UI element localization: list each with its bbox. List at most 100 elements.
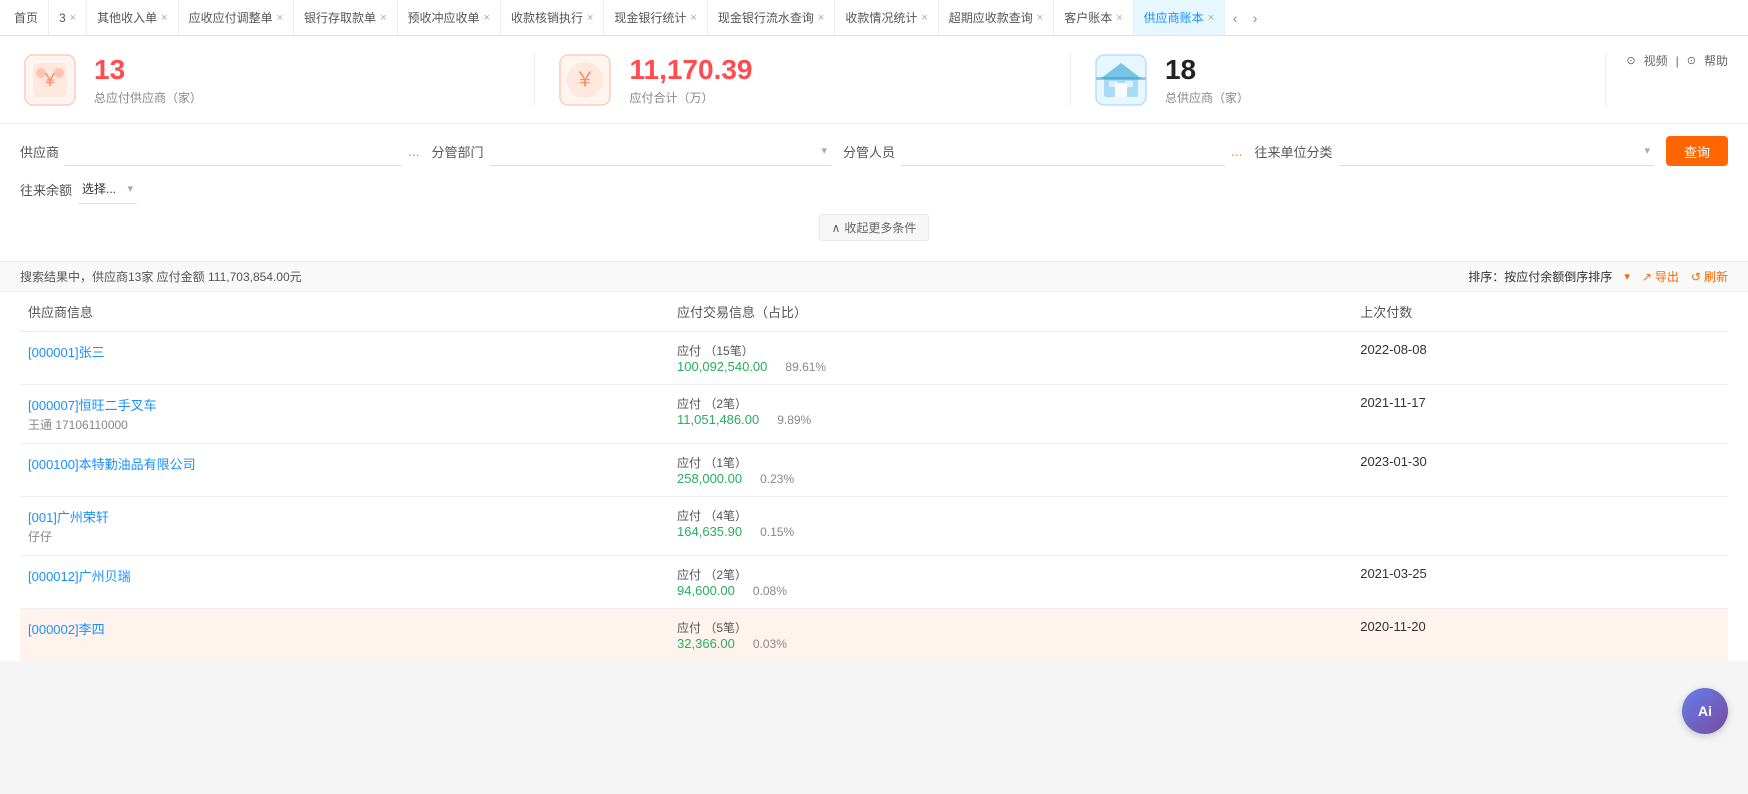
supplier-sub-info: 王通 17106110000 bbox=[28, 416, 661, 433]
tx-cell: 应付 （1笔） 258,000.00 0.23% bbox=[669, 444, 1352, 497]
close-other-income[interactable]: × bbox=[161, 12, 167, 24]
filter-area: 供应商 ... 分管部门 ▾ 分管人员 ... 往来单位分类 bbox=[0, 124, 1748, 262]
table-row: [001]广州荣轩仔仔 应付 （4笔） 164,635.90 0.15% bbox=[20, 497, 1728, 556]
supplier-cell: [000007]恒旺二手叉车王通 17106110000 bbox=[20, 385, 669, 444]
last-pay-cell: 2020-11-20 bbox=[1352, 609, 1728, 662]
result-right-actions: 排序：按应付余额倒序排序 ▾ ↗ 导出 ↺ 刷新 bbox=[1468, 268, 1728, 285]
tx-label: 应付 （1笔） bbox=[677, 454, 1344, 471]
nav-tab-prepay-ar[interactable]: 预收冲应收单 × bbox=[398, 0, 501, 36]
summary-card-total-suppliers: 18 总供应商（家） bbox=[1071, 52, 1606, 107]
close-overdue-ar[interactable]: × bbox=[1037, 12, 1043, 24]
refresh-button[interactable]: ↺ 刷新 bbox=[1691, 268, 1728, 285]
summary-card-payable-suppliers: ¥ 13 总应付供应商（家） bbox=[20, 52, 535, 107]
total-suppliers-icon bbox=[1091, 52, 1151, 107]
nav-tab-cash-bank-stat[interactable]: 现金银行统计 × bbox=[604, 0, 707, 36]
filter-row-2: 往来余额 选择... ▾ bbox=[20, 174, 1728, 204]
nav-tab-receipt-verify[interactable]: 收款核销执行 × bbox=[501, 0, 604, 36]
balance-select-wrapper[interactable]: 选择... ▾ bbox=[78, 174, 137, 204]
nav-tab-cash-flow-query[interactable]: 现金银行流水查询 × bbox=[708, 0, 835, 36]
table-header: 供应商信息 应付交易信息（占比） 上次付数 bbox=[20, 292, 1728, 332]
supplier-dots-btn[interactable]: ... bbox=[408, 143, 420, 159]
tx-label: 应付 （2笔） bbox=[677, 395, 1344, 412]
category-select[interactable] bbox=[1339, 136, 1654, 166]
close-supplier-ledger[interactable]: × bbox=[1208, 12, 1214, 24]
supplier-link[interactable]: [000002]李四 bbox=[28, 622, 105, 637]
supplier-link[interactable]: [000100]本特勤油品有限公司 bbox=[28, 457, 196, 472]
person-dots-btn[interactable]: ... bbox=[1231, 143, 1243, 159]
ai-assistant-button[interactable]: Ai bbox=[1682, 688, 1728, 734]
balance-label: 往来余额 bbox=[20, 180, 72, 199]
tx-amount[interactable]: 94,600.00 bbox=[677, 583, 735, 598]
supplier-cell: [001]广州荣轩仔仔 bbox=[20, 497, 669, 556]
person-input[interactable] bbox=[901, 136, 1225, 166]
supplier-link[interactable]: [001]广州荣轩 bbox=[28, 510, 109, 525]
nav-tab-3-close[interactable]: × bbox=[70, 12, 76, 24]
nav-tab-3[interactable]: 3 × bbox=[49, 0, 87, 36]
filter-balance: 往来余额 选择... ▾ bbox=[20, 174, 137, 204]
export-label: 导出 bbox=[1655, 268, 1679, 285]
tx-amount[interactable]: 32,366.00 bbox=[677, 636, 735, 651]
dept-select-wrapper[interactable]: ▾ bbox=[490, 136, 831, 166]
nav-tab-supplier-ledger[interactable]: 供应商账本 × bbox=[1134, 0, 1225, 36]
tx-amount[interactable]: 100,092,540.00 bbox=[677, 359, 767, 374]
top-navigation: 首页 3 × 其他收入单 × 应收应付调整单 × 银行存取款单 × 预收冲应收单… bbox=[0, 0, 1748, 36]
close-ar-ap-adjust[interactable]: × bbox=[277, 12, 283, 24]
close-prepay-ar[interactable]: × bbox=[484, 12, 490, 24]
nav-tab-cash-flow-query-label: 现金银行流水查询 bbox=[718, 9, 814, 26]
collapse-button[interactable]: ∧ 收起更多条件 bbox=[819, 214, 930, 241]
close-customer-ledger[interactable]: × bbox=[1116, 12, 1122, 24]
tx-amount[interactable]: 164,635.90 bbox=[677, 524, 742, 539]
collapse-label: 收起更多条件 bbox=[844, 219, 916, 236]
tx-label: 应付 （15笔） bbox=[677, 342, 1344, 359]
payable-amount-number: 11,170.39 bbox=[629, 53, 752, 87]
nav-tab-customer-ledger[interactable]: 客户账本 × bbox=[1054, 0, 1133, 36]
payable-suppliers-label: 总应付供应商（家） bbox=[94, 89, 202, 106]
nav-prev-arrow[interactable]: ‹ bbox=[1225, 0, 1245, 36]
video-link[interactable]: 视频 bbox=[1644, 52, 1668, 69]
circle-icon: ⊙ bbox=[1626, 54, 1635, 67]
summary-bar: ¥ 13 总应付供应商（家） ￥ 11,170.39 应付合计（万） bbox=[0, 36, 1748, 124]
supplier-table: 供应商信息 应付交易信息（占比） 上次付数 [000001]张三 应付 （15笔… bbox=[20, 292, 1728, 661]
tx-pct: 89.61% bbox=[785, 360, 826, 374]
close-bank-deposit[interactable]: × bbox=[380, 12, 386, 24]
tx-pct: 0.23% bbox=[760, 472, 794, 486]
tx-amount[interactable]: 11,051,486.00 bbox=[677, 412, 759, 427]
nav-tab-receipt-stat[interactable]: 收款情况统计 × bbox=[835, 0, 938, 36]
th-last-pay: 上次付数 bbox=[1352, 292, 1728, 332]
nav-tab-other-income[interactable]: 其他收入单 × bbox=[87, 0, 178, 36]
last-pay-cell: 2022-08-08 bbox=[1352, 332, 1728, 385]
nav-tab-supplier-ledger-label: 供应商账本 bbox=[1144, 9, 1204, 26]
supplier-link[interactable]: [000007]恒旺二手叉车 bbox=[28, 398, 157, 413]
table-row: [000007]恒旺二手叉车王通 17106110000 应付 （2笔） 11,… bbox=[20, 385, 1728, 444]
sort-label[interactable]: 排序：按应付余额倒序排序 bbox=[1468, 268, 1612, 285]
supplier-link[interactable]: [000012]广州贝瑞 bbox=[28, 569, 131, 584]
nav-tab-overdue-ar[interactable]: 超期应收款查询 × bbox=[939, 0, 1054, 36]
supplier-link[interactable]: [000001]张三 bbox=[28, 345, 105, 360]
help-link[interactable]: 帮助 bbox=[1704, 52, 1728, 69]
export-button[interactable]: ↗ 导出 bbox=[1642, 268, 1679, 285]
dept-select[interactable] bbox=[490, 136, 831, 166]
nav-tab-other-income-label: 其他收入单 bbox=[97, 9, 157, 26]
export-icon: ↗ bbox=[1642, 270, 1652, 284]
close-cash-flow-query[interactable]: × bbox=[818, 12, 824, 24]
category-select-wrapper[interactable]: ▾ bbox=[1339, 136, 1654, 166]
balance-select[interactable]: 选择... bbox=[78, 174, 137, 204]
category-label: 往来单位分类 bbox=[1255, 142, 1333, 161]
tx-cell: 应付 （2笔） 11,051,486.00 9.89% bbox=[669, 385, 1352, 444]
nav-tab-bank-deposit[interactable]: 银行存取款单 × bbox=[294, 0, 397, 36]
th-supplier-info: 供应商信息 bbox=[20, 292, 669, 332]
tx-pct: 9.89% bbox=[777, 413, 811, 427]
supplier-input[interactable] bbox=[65, 136, 402, 166]
close-receipt-verify[interactable]: × bbox=[587, 12, 593, 24]
nav-tab-home[interactable]: 首页 bbox=[4, 0, 49, 36]
query-button[interactable]: 查询 bbox=[1666, 136, 1728, 166]
close-cash-bank-stat[interactable]: × bbox=[690, 12, 696, 24]
nav-next-arrow[interactable]: › bbox=[1245, 0, 1265, 36]
close-receipt-stat[interactable]: × bbox=[921, 12, 927, 24]
tx-amount[interactable]: 258,000.00 bbox=[677, 471, 742, 486]
nav-tab-ar-ap-adjust[interactable]: 应收应付调整单 × bbox=[179, 0, 294, 36]
tx-label: 应付 （2笔） bbox=[677, 566, 1344, 583]
total-suppliers-label: 总供应商（家） bbox=[1165, 89, 1249, 106]
supplier-label: 供应商 bbox=[20, 142, 59, 161]
payable-suppliers-number: 13 bbox=[94, 53, 202, 87]
